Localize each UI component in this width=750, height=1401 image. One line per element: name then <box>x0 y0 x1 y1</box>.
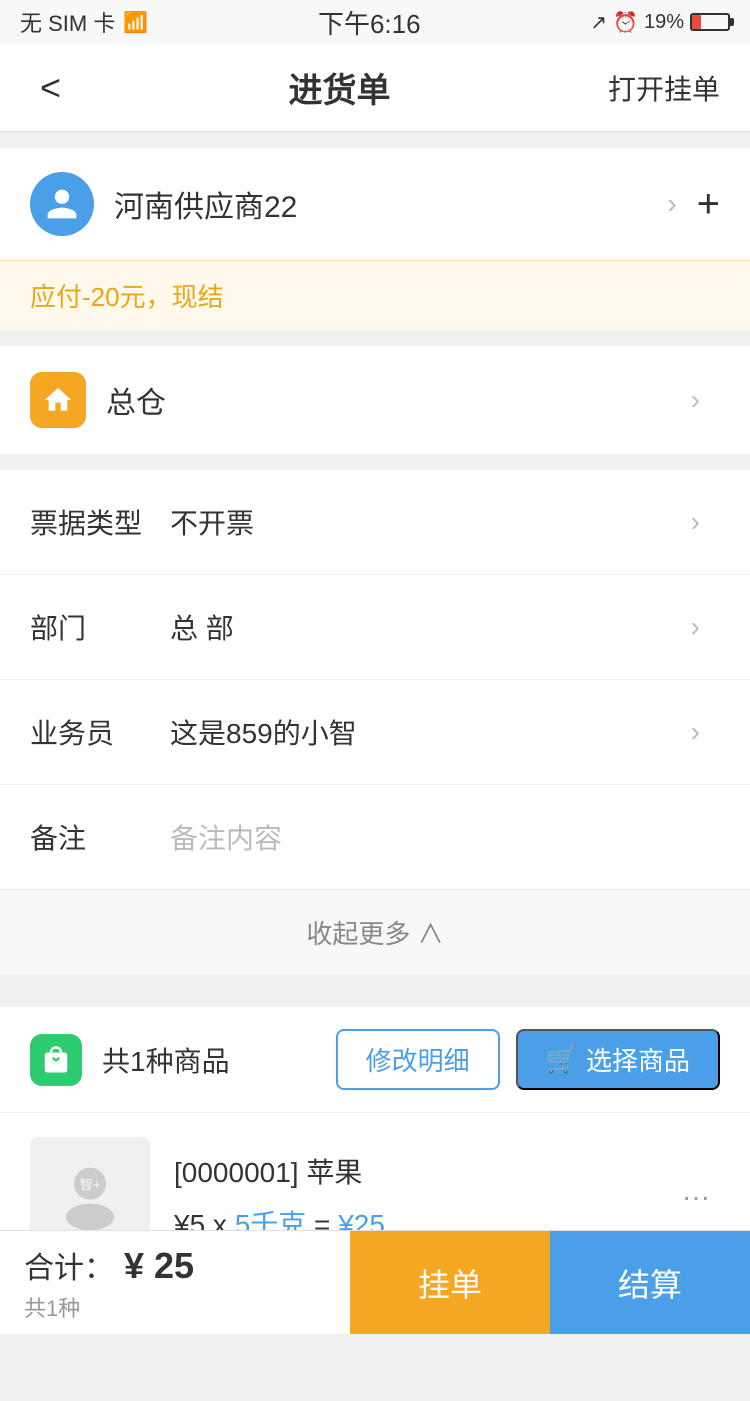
supplier-row[interactable]: 河南供应商22 › + <box>0 148 750 260</box>
form-section: 票据类型 不开票 › 部门 总 部 › 业务员 这是859的小智 › 备注 备注… <box>0 470 750 889</box>
supplier-alert: 应付-20元，现结 <box>0 260 750 330</box>
department-label: 部门 <box>30 607 150 647</box>
remark-label: 备注 <box>30 817 150 857</box>
supplier-name: 河南供应商22 <box>114 182 667 226</box>
warehouse-section: 总仓 › <box>0 346 750 454</box>
status-right: ↗ ⏰ 19% <box>590 10 730 35</box>
divider-2 <box>0 975 750 991</box>
department-value: 总 部 <box>150 607 691 647</box>
invoice-type-value: 不开票 <box>150 502 691 542</box>
collapse-button[interactable]: 收起更多 ∧ <box>0 889 750 975</box>
product-header: 共1种商品 修改明细 🛒 选择商品 <box>0 1007 750 1113</box>
invoice-type-chevron: › <box>691 506 700 538</box>
supplier-chevron-icon: › <box>667 188 676 220</box>
user-icon <box>44 186 80 222</box>
back-button[interactable]: < <box>30 57 71 119</box>
location-icon: ↗ <box>590 10 607 35</box>
edit-detail-button[interactable]: 修改明细 <box>336 1029 500 1090</box>
status-time: 下午6:16 <box>318 4 421 41</box>
battery-icon <box>690 13 730 31</box>
salesperson-value: 这是859的小智 <box>150 712 691 752</box>
settle-button[interactable]: 结算 <box>550 1231 750 1334</box>
footer: 合计： ¥ 25 共1种 挂单 结算 <box>0 1230 750 1334</box>
salesperson-chevron: › <box>691 716 700 748</box>
svg-text:智+: 智+ <box>79 1177 100 1192</box>
remark-row[interactable]: 备注 备注内容 <box>0 785 750 889</box>
product-count-text: 共1种商品 <box>102 1040 336 1080</box>
product-count-icon <box>30 1034 82 1086</box>
department-chevron: › <box>691 611 700 643</box>
total-count: 共1种 <box>24 1291 326 1323</box>
total-row: 合计： ¥ 25 <box>24 1243 326 1287</box>
supplier-section: 河南供应商22 › + 应付-20元，现结 <box>0 148 750 330</box>
remark-input[interactable]: 备注内容 <box>150 817 720 857</box>
total-label: 合计： <box>24 1243 114 1287</box>
invoice-type-row[interactable]: 票据类型 不开票 › <box>0 470 750 575</box>
product-thumb-icon: 智+ <box>50 1157 130 1237</box>
warehouse-name: 总仓 <box>106 378 691 422</box>
total-amount: ¥ 25 <box>124 1245 194 1287</box>
select-product-button[interactable]: 🛒 选择商品 <box>516 1029 720 1090</box>
department-row[interactable]: 部门 总 部 › <box>0 575 750 680</box>
warehouse-chevron-icon: › <box>691 384 700 416</box>
divider-1 <box>0 132 750 148</box>
select-product-label: 选择商品 <box>586 1041 690 1078</box>
select-product-icon: 🛒 <box>546 1044 578 1075</box>
nav-bar: < 进货单 打开挂单 <box>0 44 750 132</box>
status-carrier: 无 SIM 卡 📶 <box>20 6 148 38</box>
collapse-label: 收起更多 ∧ <box>306 914 443 951</box>
supplier-avatar <box>30 172 94 236</box>
alarm-icon: ⏰ <box>613 10 638 35</box>
salesperson-row[interactable]: 业务员 这是859的小智 › <box>0 680 750 785</box>
status-bar: 无 SIM 卡 📶 下午6:16 ↗ ⏰ 19% <box>0 0 750 44</box>
product-name: [0000001] 苹果 <box>174 1151 672 1191</box>
invoice-type-label: 票据类型 <box>30 502 150 542</box>
page-title: 进货单 <box>289 63 391 112</box>
bag-icon <box>41 1045 71 1075</box>
warehouse-row[interactable]: 总仓 › <box>0 346 750 454</box>
wifi-icon: 📶 <box>123 10 148 35</box>
product-more-button[interactable]: ··· <box>672 1171 720 1223</box>
footer-total: 合计： ¥ 25 共1种 <box>0 1231 350 1334</box>
battery-text: 19% <box>644 11 684 34</box>
add-supplier-button[interactable]: + <box>697 182 720 227</box>
warehouse-icon <box>30 372 86 428</box>
salesperson-label: 业务员 <box>30 712 150 752</box>
open-hang-button[interactable]: 打开挂单 <box>608 68 720 108</box>
home-icon <box>42 384 74 416</box>
hang-button[interactable]: 挂单 <box>350 1231 550 1334</box>
